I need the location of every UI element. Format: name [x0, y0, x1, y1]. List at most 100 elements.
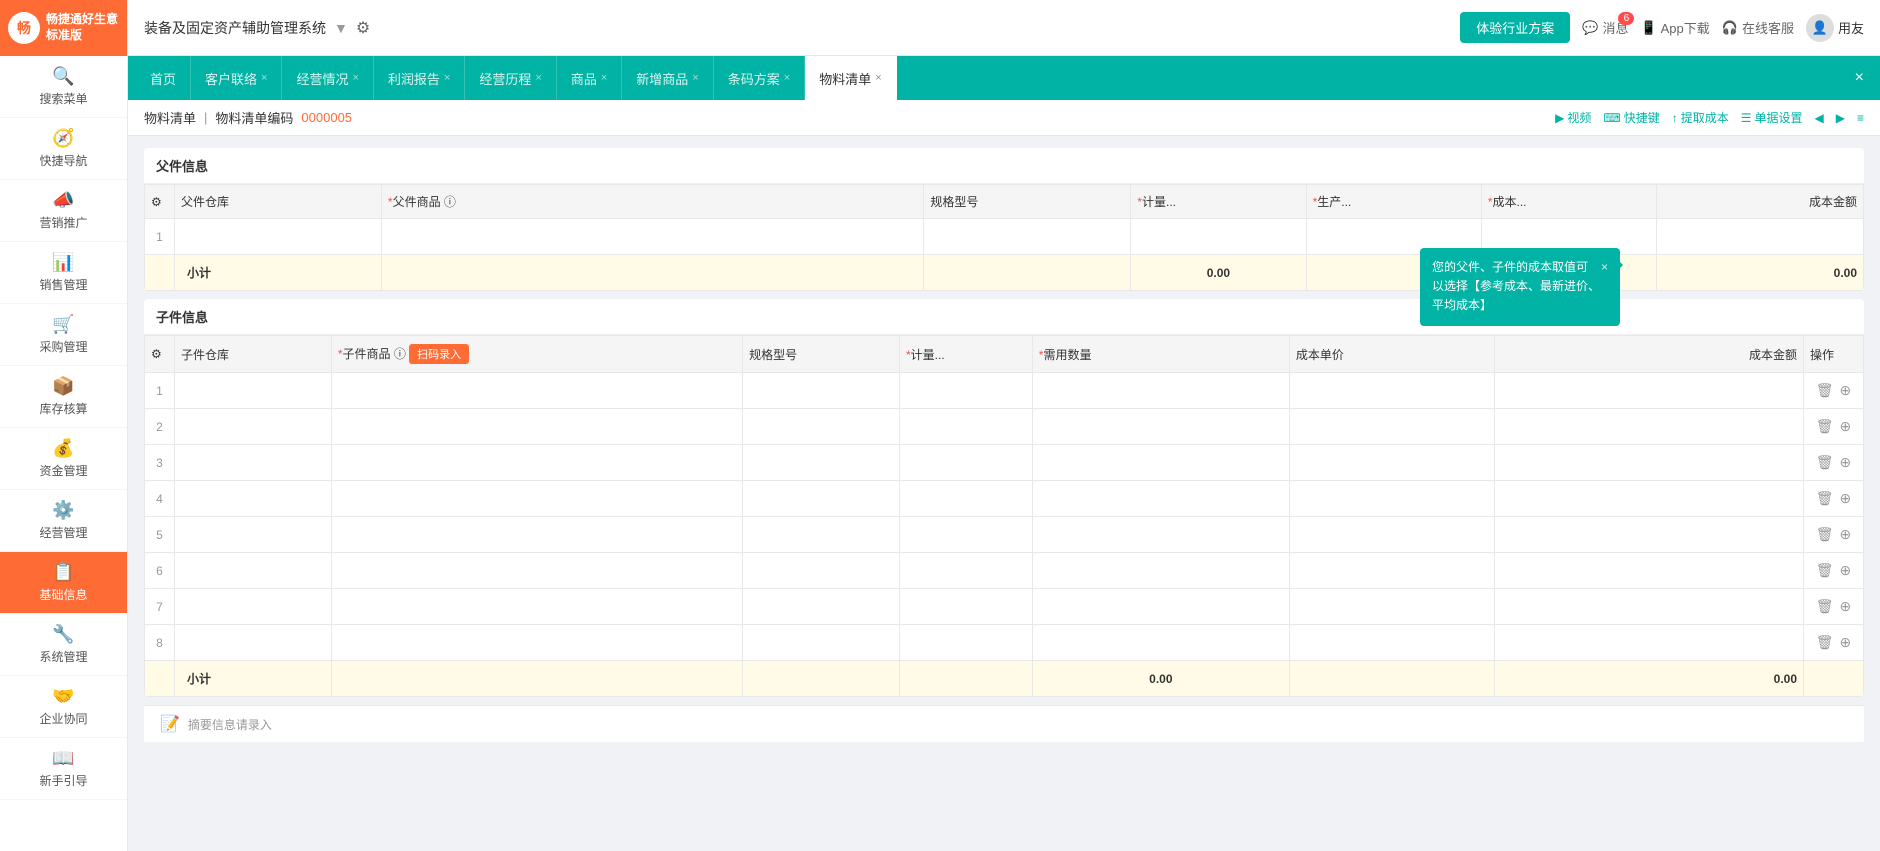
sidebar-item-basic[interactable]: 📋 基础信息 — [0, 552, 127, 614]
sidebar-item-enterprise[interactable]: 🤝 企业协同 — [0, 676, 127, 738]
copy-icon[interactable]: ⊕ — [1840, 382, 1852, 399]
phone-icon: 📱 — [1640, 20, 1656, 36]
table-row: 1 🗑 ⊕ — [145, 373, 1864, 409]
copy-icon[interactable]: ⊕ — [1840, 490, 1852, 507]
copy-icon[interactable]: ⊕ — [1840, 562, 1852, 579]
close-all-tabs-button[interactable]: × — [1847, 69, 1872, 87]
clipboard-icon: 📋 — [52, 562, 74, 583]
tab-newgoods[interactable]: 新增商品 × — [622, 56, 713, 100]
tab-close-icon[interactable]: × — [535, 72, 541, 84]
keyboard-icon: ⌨ — [1603, 111, 1620, 125]
delete-icon[interactable]: 🗑 — [1816, 634, 1834, 651]
child-subtotal-row: 小计 0.00 0.00 — [145, 661, 1864, 697]
compass-icon: 🧭 — [52, 128, 74, 149]
logo-text: 畅捷通好生意 标准版 — [46, 12, 118, 43]
tab-close-icon[interactable]: × — [601, 72, 607, 84]
tab-profit[interactable]: 利润报告 × — [374, 56, 465, 100]
content-wrapper: 物料清单 | 物料清单编码 0000005 ▶ 视频 ⌨ 快捷键 ↑ 提取成本 — [128, 100, 1880, 851]
dropdown-arrow-icon[interactable]: ▼ — [334, 20, 348, 36]
delete-icon[interactable]: 🗑 — [1816, 526, 1834, 543]
trial-button[interactable]: 体验行业方案 — [1460, 12, 1570, 43]
headset-icon: 🎧 — [1722, 20, 1738, 36]
tab-business[interactable]: 经营情况 × — [282, 56, 373, 100]
single-settings-button[interactable]: ☰ 单据设置 — [1741, 109, 1803, 126]
sidebar-item-finance[interactable]: 💰 资金管理 — [0, 428, 127, 490]
cart-icon: 🛒 — [52, 314, 74, 335]
delete-icon[interactable]: 🗑 — [1816, 490, 1834, 507]
child-th-gear[interactable]: ⚙ — [145, 336, 175, 373]
message-badge: 6 — [1618, 12, 1634, 25]
child-section: 子件信息 ⚙ 子件仓库 *子件商品 ⓘ 扫码录入 规格型号 *计量... — [144, 299, 1864, 697]
parent-th-gear[interactable]: ⚙ — [145, 185, 175, 219]
copy-icon[interactable]: ⊕ — [1840, 526, 1852, 543]
tab-close-icon[interactable]: × — [261, 72, 267, 84]
scan-input-button[interactable]: 扫码录入 — [409, 344, 469, 364]
tab-close-icon[interactable]: × — [875, 72, 881, 84]
search-icon: 🔍 — [52, 66, 74, 87]
topbar: 装备及固定资产辅助管理系统 ▼ ⚙ 体验行业方案 💬 消息 6 📱 App下载 … — [128, 0, 1880, 56]
tab-home[interactable]: 首页 — [136, 56, 191, 100]
breadcrumb-current: 物料清单 — [144, 108, 196, 127]
tab-goods[interactable]: 商品 × — [557, 56, 622, 100]
sidebar: 畅 畅捷通好生意 标准版 🔍 搜索菜单 🧭 快捷导航 📣 营销推广 📊 销售管理… — [0, 0, 128, 851]
book-icon: 📖 — [52, 748, 74, 769]
sidebar-item-inventory[interactable]: 📦 库存核算 — [0, 366, 127, 428]
topbar-title: 装备及固定资产辅助管理系统 ▼ ⚙ — [144, 18, 1448, 38]
nav-tabs: 首页 客户联络 × 经营情况 × 利润报告 × 经营历程 × 商品 × 新增商品… — [128, 56, 1880, 100]
tooltip-box: × 您的父件、子件的成本取值可以选择【参考成本、最新进价、平均成本】 — [1420, 248, 1620, 326]
parent-th-cost-amount: 成本金额 — [1657, 185, 1864, 219]
online-service-button[interactable]: 🎧 在线客服 — [1722, 18, 1794, 37]
chart-icon: 📊 — [52, 252, 74, 273]
tab-history[interactable]: 经营历程 × — [465, 56, 556, 100]
gear-icon: ⚙️ — [52, 500, 74, 521]
content-area: 物料清单 | 物料清单编码 0000005 ▶ 视频 ⌨ 快捷键 ↑ 提取成本 — [128, 100, 1880, 851]
copy-icon[interactable]: ⊕ — [1840, 598, 1852, 615]
tab-bom[interactable]: 物料清单 × — [805, 56, 896, 100]
tab-customer[interactable]: 客户联络 × — [191, 56, 282, 100]
delete-icon[interactable]: 🗑 — [1816, 418, 1834, 435]
note-icon: 📝 — [160, 714, 180, 734]
breadcrumb-code-value: 0000005 — [301, 110, 352, 125]
sidebar-item-quicknav[interactable]: 🧭 快捷导航 — [0, 118, 127, 180]
avatar: 👤 — [1806, 14, 1834, 42]
extract-icon: ↑ — [1672, 111, 1678, 125]
app-download-button[interactable]: 📱 App下载 — [1640, 18, 1709, 37]
child-table: ⚙ 子件仓库 *子件商品 ⓘ 扫码录入 规格型号 *计量... *需用数量 成本… — [144, 335, 1864, 697]
list-view-button[interactable]: ≡ — [1857, 111, 1864, 125]
logo-icon: 畅 — [8, 12, 40, 44]
sidebar-item-system[interactable]: 🔧 系统管理 — [0, 614, 127, 676]
tooltip-close-button[interactable]: × — [1601, 258, 1608, 277]
tab-close-icon[interactable]: × — [784, 72, 790, 84]
tab-close-icon[interactable]: × — [444, 72, 450, 84]
tab-close-icon[interactable]: × — [692, 72, 698, 84]
view-video-button[interactable]: ▶ 视频 — [1555, 109, 1591, 126]
delete-icon[interactable]: 🗑 — [1816, 562, 1834, 579]
copy-icon[interactable]: ⊕ — [1840, 418, 1852, 435]
nav-prev-button[interactable]: ◀ — [1815, 111, 1824, 125]
sidebar-item-purchase[interactable]: 🛒 采购管理 — [0, 304, 127, 366]
tab-close-icon[interactable]: × — [352, 72, 358, 84]
wrench-icon: 🔧 — [52, 624, 74, 645]
tab-barcode[interactable]: 条码方案 × — [714, 56, 805, 100]
user-menu[interactable]: 👤 用友 — [1806, 14, 1864, 42]
delete-icon[interactable]: 🗑 — [1816, 598, 1834, 615]
sidebar-item-guide[interactable]: 📖 新手引导 — [0, 738, 127, 800]
message-button[interactable]: 💬 消息 6 — [1582, 18, 1628, 37]
bottom-bar: 📝 摘要信息请录入 — [144, 705, 1864, 742]
child-th-product: *子件商品 ⓘ 扫码录入 — [331, 336, 742, 373]
delete-icon[interactable]: 🗑 — [1816, 382, 1834, 399]
sidebar-item-operations[interactable]: ⚙️ 经营管理 — [0, 490, 127, 552]
sidebar-item-sales[interactable]: 📊 销售管理 — [0, 242, 127, 304]
shortcut-button[interactable]: ⌨ 快捷键 — [1603, 109, 1659, 126]
sidebar-item-search[interactable]: 🔍 搜索菜单 — [0, 56, 127, 118]
money-icon: 💰 — [52, 438, 74, 459]
sidebar-item-marketing[interactable]: 📣 营销推广 — [0, 180, 127, 242]
table-row: 4 🗑 ⊕ — [145, 481, 1864, 517]
copy-icon[interactable]: ⊕ — [1840, 634, 1852, 651]
copy-icon[interactable]: ⊕ — [1840, 454, 1852, 471]
delete-icon[interactable]: 🗑 — [1816, 454, 1834, 471]
settings-button[interactable]: ⚙ — [356, 18, 370, 38]
nav-next-button[interactable]: ▶ — [1836, 111, 1845, 125]
parent-subtotal-qty: 0.00 — [1131, 255, 1306, 291]
extract-cost-button[interactable]: ↑ 提取成本 — [1672, 109, 1729, 126]
